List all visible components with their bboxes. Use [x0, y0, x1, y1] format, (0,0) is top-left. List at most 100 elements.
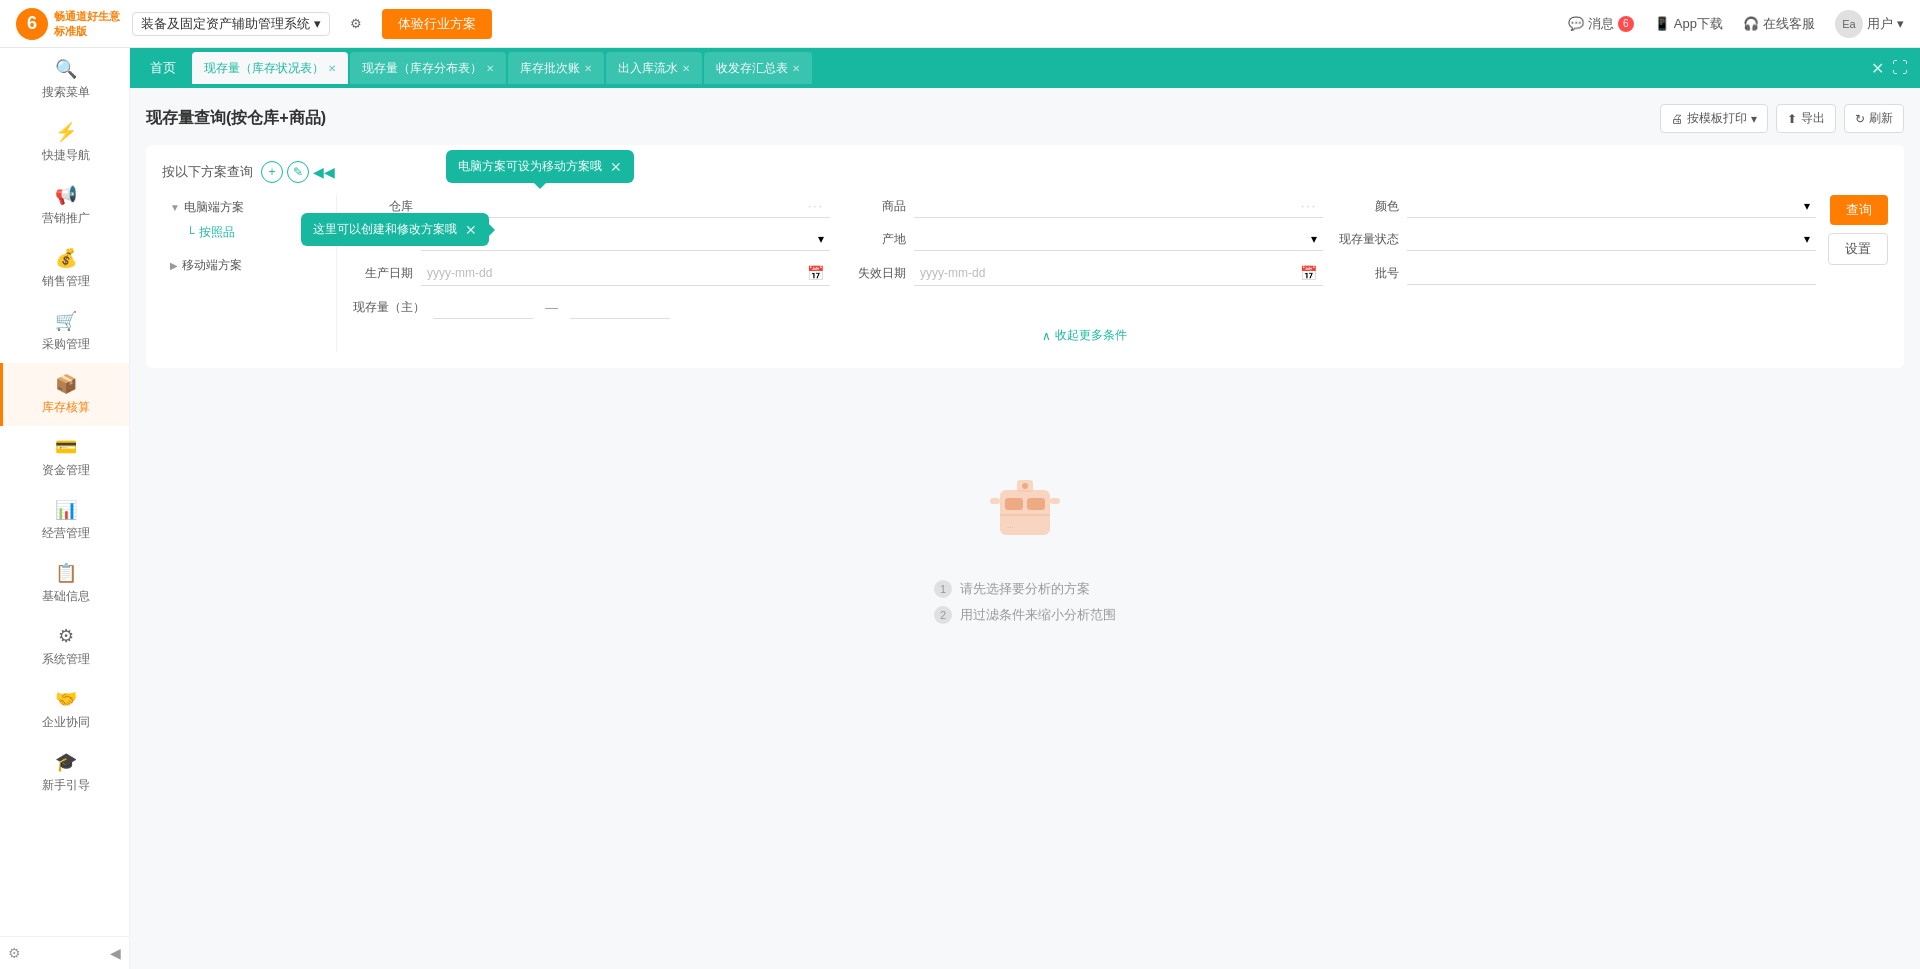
expire-date-input[interactable]: yyyy-mm-dd 📅: [914, 261, 1323, 286]
stock-status-select[interactable]: ▾: [1407, 228, 1816, 251]
search-btn[interactable]: 查询: [1830, 195, 1888, 225]
search-icon: 🔍: [55, 58, 77, 80]
tab-close-inventory-status[interactable]: ✕: [328, 63, 336, 74]
notice-btn[interactable]: 💬 消息 6: [1568, 15, 1634, 33]
sales-icon: 💰: [55, 247, 77, 269]
basic-icon: 📋: [55, 562, 77, 584]
inventory-icon: 📦: [55, 373, 77, 395]
tab-batch-account[interactable]: 库存批次账 ✕: [508, 52, 604, 84]
online-service-btn[interactable]: 🎧 在线客服: [1743, 15, 1815, 33]
tab-close-inventory-dist[interactable]: ✕: [486, 63, 494, 74]
industry-btn[interactable]: 体验行业方案: [382, 9, 492, 39]
print-icon: 🖨: [1671, 112, 1683, 126]
expire-date-field: 失效日期 yyyy-mm-dd 📅: [846, 261, 1323, 286]
color-select[interactable]: ▾: [1407, 195, 1816, 218]
mobile-plans-group[interactable]: ▶ 移动端方案: [170, 253, 320, 278]
origin-field: 产地 ▾: [846, 228, 1323, 251]
filter-row-1: 仓库 ··· 商品: [353, 195, 1816, 218]
tab-maximize[interactable]: ⛶: [1892, 59, 1908, 77]
stock-status-field: 现存量状态 ▾: [1339, 228, 1816, 251]
sidebar-item-operations[interactable]: 📊 经营管理: [0, 489, 129, 552]
logo-area: 6 畅通道好生意 标准版: [16, 8, 120, 40]
sidebar-item-system[interactable]: ⚙ 系统管理: [0, 615, 129, 678]
sidebar-item-newbie[interactable]: 🎓 新手引导: [0, 741, 129, 804]
settings-icon[interactable]: ⚙: [342, 10, 370, 38]
chevron-down-icon: ▾: [1311, 232, 1317, 246]
filter-header: 按以下方案查询 + ✎ ◀◀: [162, 161, 1888, 183]
origin-select[interactable]: ▾: [914, 228, 1323, 251]
filter-area: 电脑方案可设为移动方案哦 ✕ 这里可以创建和修改方案哦 ✕ 按以下方案查询 + …: [146, 145, 1904, 368]
edit-plan-btn[interactable]: ✎: [287, 161, 309, 183]
prod-date-calendar-icon[interactable]: 📅: [807, 265, 824, 281]
user-menu[interactable]: Ea 用户 ▾: [1835, 10, 1904, 38]
notice-badge: 6: [1618, 16, 1634, 32]
search-actions: 查询 设置: [1828, 195, 1888, 352]
tooltip-top-close[interactable]: ✕: [610, 159, 622, 175]
tab-close-all[interactable]: ✕: [1871, 59, 1884, 78]
warehouse-dots[interactable]: ···: [808, 199, 824, 213]
service-icon: 🎧: [1743, 16, 1759, 31]
reset-btn[interactable]: 设置: [1828, 233, 1888, 265]
print-btn[interactable]: 🖨 按模板打印 ▾: [1660, 104, 1768, 133]
pc-plans-group[interactable]: ▼ 电脑端方案: [170, 195, 320, 220]
sidebar-item-search[interactable]: 🔍 搜索菜单: [0, 48, 129, 111]
tooltip-create-plan: 这里可以创建和修改方案哦 ✕: [301, 213, 489, 246]
goods-dots[interactable]: ···: [1301, 199, 1317, 213]
tab-actions: ✕ ⛶: [1871, 59, 1916, 78]
sidebar-item-quicknav[interactable]: ⚡ 快捷导航: [0, 111, 129, 174]
empty-step-1: 1 请先选择要分析的方案: [934, 580, 1116, 598]
enterprise-icon: 🤝: [55, 688, 77, 710]
collapse-btn[interactable]: ∧ 收起更多条件: [353, 319, 1816, 352]
stock-qty-to-input[interactable]: [570, 296, 670, 319]
purchase-icon: 🛒: [55, 310, 77, 332]
sidebar-item-finance[interactable]: 💳 资金管理: [0, 426, 129, 489]
collapse-sidebar-btn[interactable]: ◀: [110, 945, 121, 961]
tab-close-receive-summary[interactable]: ✕: [792, 63, 800, 74]
tooltip-left-close[interactable]: ✕: [465, 222, 477, 238]
settings-bottom-icon[interactable]: ⚙: [8, 945, 21, 961]
goods-select[interactable]: ···: [914, 195, 1323, 218]
system-icon: ⚙: [58, 625, 74, 647]
tab-close-batch-account[interactable]: ✕: [584, 63, 592, 74]
sidebar-item-purchase[interactable]: 🛒 采购管理: [0, 300, 129, 363]
chevron-down-icon: ▾: [1804, 199, 1810, 213]
back-arrow-icon[interactable]: ◀◀: [313, 164, 335, 180]
filter-row-3: 生产日期 yyyy-mm-dd 📅 失效日期: [353, 261, 1816, 286]
refresh-btn[interactable]: ↻ 刷新: [1844, 104, 1904, 133]
tab-receive-summary[interactable]: 收发存汇总表 ✕: [704, 52, 812, 84]
sidebar-item-inventory[interactable]: 📦 库存核算: [0, 363, 129, 426]
avatar: Ea: [1835, 10, 1863, 38]
filter-main-panel: 仓库 ··· 商品: [337, 195, 1816, 352]
svg-text:···: ···: [1007, 523, 1014, 532]
batch-input[interactable]: [1407, 262, 1816, 285]
system-title-select[interactable]: 装备及固定资产辅助管理系统 ▾: [132, 12, 330, 36]
tab-home[interactable]: 首页: [134, 48, 192, 88]
stock-qty-from-input[interactable]: [433, 296, 533, 319]
content-area: 首页 现存量（库存状况表） ✕ 现存量（库存分布表） ✕ 库存批次账 ✕ 出入库…: [130, 48, 1920, 969]
filter-actions: + ✎ ◀◀: [261, 161, 335, 183]
sidebar-item-enterprise[interactable]: 🤝 企业协同: [0, 678, 129, 741]
app-download-btn[interactable]: 📱 App下载: [1654, 15, 1723, 33]
filter-row-2: 尺码 ▾ 产地: [353, 228, 1816, 251]
empty-step-2: 2 用过滤条件来缩小分析范围: [934, 606, 1116, 624]
sidebar-item-basic[interactable]: 📋 基础信息: [0, 552, 129, 615]
page-header: 现存量查询(按仓库+商品) 🖨 按模板打印 ▾ ⬆ 导出 ↻: [146, 104, 1904, 133]
prod-date-input[interactable]: yyyy-mm-dd 📅: [421, 261, 830, 286]
step-num-2: 2: [934, 606, 952, 624]
plan-item-bygoods[interactable]: └ 按照品: [186, 220, 320, 245]
main-area: 🔍 搜索菜单 ⚡ 快捷导航 📢 营销推广 💰 销售管理 🛒 采购管理 📦: [0, 48, 1920, 969]
notice-icon: 💬: [1568, 16, 1584, 31]
empty-illustration: ···: [975, 460, 1075, 560]
tab-inventory-status[interactable]: 现存量（库存状况表） ✕: [192, 52, 348, 84]
sidebar-item-marketing[interactable]: 📢 营销推广: [0, 174, 129, 237]
sidebar-item-sales[interactable]: 💰 销售管理: [0, 237, 129, 300]
export-btn[interactable]: ⬆ 导出: [1776, 104, 1836, 133]
tab-close-inout-flow[interactable]: ✕: [682, 63, 690, 74]
tab-inventory-dist[interactable]: 现存量（库存分布表） ✕: [350, 52, 506, 84]
expire-date-calendar-icon[interactable]: 📅: [1300, 265, 1317, 281]
tab-inout-flow[interactable]: 出入库流水 ✕: [606, 52, 702, 84]
stock-qty-field: 现存量（主） —: [353, 296, 830, 319]
add-plan-btn[interactable]: +: [261, 161, 283, 183]
batch-field: 批号: [1339, 262, 1816, 285]
svg-point-6: [1022, 483, 1028, 489]
